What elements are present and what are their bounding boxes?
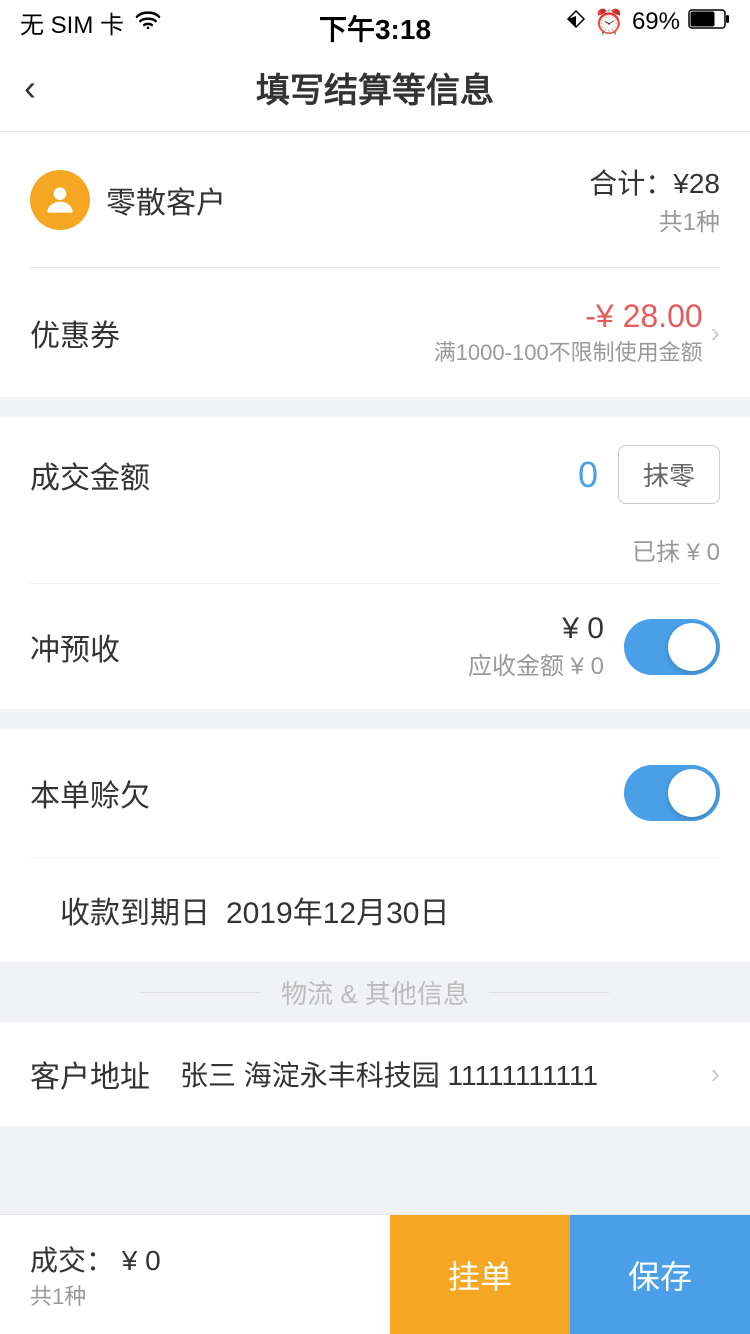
bottom-deal-row: 成交： ¥ 0: [30, 1239, 360, 1279]
status-left: 无 SIM 卡: [20, 5, 162, 40]
status-time: 下午3:18: [319, 8, 431, 48]
debt-row: 本单赊欠: [30, 729, 720, 857]
hang-button[interactable]: 挂单: [390, 1215, 570, 1334]
transaction-row: 成交金额 0 抹零: [30, 417, 720, 532]
coupon-right: -¥ 28.00 满1000-100不限制使用金额 ›: [434, 298, 720, 367]
wifi-icon: [134, 8, 162, 36]
coupon-row[interactable]: 优惠券 -¥ 28.00 满1000-100不限制使用金额 ›: [0, 268, 750, 397]
due-date-value: 2019年12月30日: [226, 888, 449, 932]
debt-toggle-knob: [668, 769, 716, 817]
bottom-count: 共1种: [30, 1279, 360, 1311]
address-card: 客户地址 张三 海淀永丰科技园 11111111111 ›: [0, 1022, 750, 1126]
customer-row: 零散客户 合计：¥28 共1种: [0, 132, 750, 267]
toggle-knob: [668, 623, 716, 671]
save-button[interactable]: 保存: [570, 1215, 750, 1334]
address-row[interactable]: 客户地址 张三 海淀永丰科技园 11111111111 ›: [0, 1022, 750, 1126]
customer-left: 零散客户: [30, 170, 226, 230]
logistics-text: 物流 & 其他信息: [141, 974, 609, 1011]
total-amount: 合计：¥28: [589, 162, 720, 202]
back-button[interactable]: ‹: [24, 67, 36, 109]
battery-text: 69%: [632, 8, 680, 36]
customer-name: 零散客户: [106, 178, 226, 222]
logistics-divider: 物流 & 其他信息: [0, 962, 750, 1022]
customer-avatar: [30, 170, 90, 230]
customer-right: 合计：¥28 共1种: [589, 162, 720, 237]
content: 零散客户 合计：¥28 共1种 优惠券 -¥ 28.00 满1000-100不限…: [0, 132, 750, 1286]
precharge-sub: 应收金额 ¥ 0: [468, 646, 604, 681]
address-chevron-icon: ›: [711, 1058, 720, 1090]
address-label: 客户地址: [30, 1052, 150, 1096]
customer-card: 零散客户 合计：¥28 共1种 优惠券 -¥ 28.00 满1000-100不限…: [0, 132, 750, 397]
carrier-text: 无 SIM 卡: [20, 5, 124, 40]
battery-icon: [688, 8, 730, 37]
coupon-label: 优惠券: [30, 311, 120, 355]
transaction-section: 成交金额 0 抹零 已抹 ¥ 0 冲预收 ¥ 0 应收金额 ¥ 0: [0, 417, 750, 709]
location-icon: [566, 8, 586, 36]
precharge-toggle[interactable]: [624, 619, 720, 675]
alarm-icon: ⏰: [594, 8, 624, 37]
bottom-bar: 成交： ¥ 0 共1种 挂单 保存: [0, 1214, 750, 1334]
transaction-right: 0 抹零: [538, 445, 720, 504]
deal-prefix: 成交：: [30, 1245, 114, 1276]
precharge-amounts: ¥ 0 应收金额 ¥ 0: [468, 612, 604, 681]
transaction-amount-value[interactable]: 0: [538, 454, 598, 496]
due-date-row[interactable]: 收款到期日 2019年12月30日: [30, 857, 720, 962]
logistics-line-right: [489, 992, 609, 993]
round-off-sub: 已抹 ¥ 0: [632, 539, 720, 566]
deal-value: ¥ 0: [122, 1245, 161, 1276]
status-right: ⏰ 69%: [566, 8, 730, 37]
transaction-label: 成交金额: [30, 453, 150, 497]
precharge-right: ¥ 0 应收金额 ¥ 0: [468, 612, 720, 681]
bottom-summary: 成交： ¥ 0 共1种: [0, 1239, 390, 1311]
address-value: 张三 海淀永丰科技园 11111111111: [180, 1054, 711, 1094]
precharge-value: ¥ 0: [468, 612, 604, 646]
logistics-line-left: [141, 992, 261, 993]
page-title: 填写结算等信息: [256, 63, 494, 112]
precharge-row: 冲预收 ¥ 0 应收金额 ¥ 0: [30, 583, 720, 709]
due-date-label: 收款到期日: [60, 888, 210, 932]
coupon-info: -¥ 28.00 满1000-100不限制使用金额: [434, 298, 703, 367]
debt-toggle[interactable]: [624, 765, 720, 821]
total-count: 共1种: [589, 202, 720, 237]
precharge-label: 冲预收: [30, 625, 120, 669]
chevron-right-icon: ›: [711, 317, 720, 349]
status-bar: 无 SIM 卡 下午3:18 ⏰ 69%: [0, 0, 750, 44]
debt-label: 本单赊欠: [30, 771, 150, 815]
logistics-label: 物流 & 其他信息: [281, 974, 469, 1011]
nav-bar: ‹ 填写结算等信息: [0, 44, 750, 132]
coupon-amount: -¥ 28.00: [434, 298, 703, 335]
round-off-button[interactable]: 抹零: [618, 445, 720, 504]
coupon-desc: 满1000-100不限制使用金额: [434, 335, 703, 367]
debt-section: 本单赊欠 收款到期日 2019年12月30日: [0, 729, 750, 962]
